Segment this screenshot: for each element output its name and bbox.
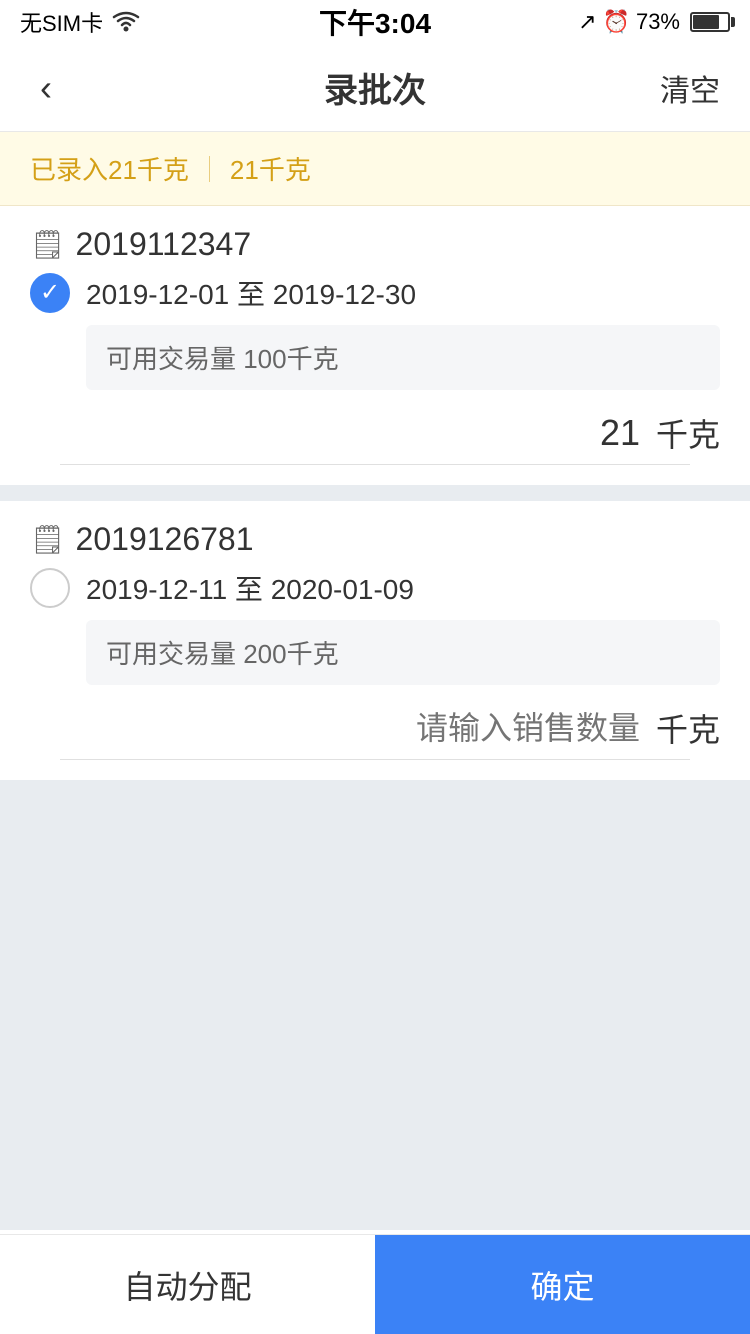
clear-button[interactable]: 清空 <box>660 66 720 110</box>
batch-id-1: 2019112347 <box>76 226 252 263</box>
batch-doc-icon-1: 🗒 <box>30 228 66 261</box>
summary-value: 21千克 <box>230 150 311 187</box>
batch-available-1: 可用交易量 100千克 <box>86 325 720 390</box>
input-unit-2: 千克 <box>656 705 720 751</box>
batch-item-2: 🗒 2019126781 2019-12-11 至 2020-01-09 可用交… <box>0 501 750 780</box>
check-icon-1: ✓ <box>40 281 60 305</box>
carrier-label: 无SIM卡 <box>20 6 103 38</box>
batch-header-1: 🗒 2019112347 <box>30 226 720 263</box>
batch-date-2: 2019-12-11 至 2020-01-09 <box>86 568 414 608</box>
batch-item-1: 🗒 2019112347 ✓ 2019-12-01 至 2019-12-30 可… <box>0 206 750 485</box>
batch-quantity-row-1: 21 千克 <box>30 394 720 464</box>
quantity-input-2[interactable] <box>360 710 640 747</box>
summary-bar: 已录入21千克 21千克 <box>0 132 750 206</box>
alarm-icon: ⏰ <box>603 9 630 35</box>
batch-id-2: 2019126781 <box>76 521 254 558</box>
quantity-divider-1 <box>60 464 690 465</box>
radio-select-1[interactable]: ✓ <box>30 273 70 313</box>
batch-available-2: 可用交易量 200千克 <box>86 620 720 685</box>
auto-distribute-button[interactable]: 自动分配 <box>0 1235 375 1334</box>
batch-doc-icon-2: 🗒 <box>30 523 66 556</box>
section-divider <box>0 485 750 501</box>
quantity-value-1: 21 <box>600 412 640 454</box>
batch-date-1: 2019-12-01 至 2019-12-30 <box>86 273 416 313</box>
status-right: ↗ ⏰ 73% <box>578 9 730 35</box>
status-bar: 无SIM卡 下午3:04 ↗ ⏰ 73% <box>0 0 750 44</box>
confirm-button[interactable]: 确定 <box>375 1235 750 1334</box>
batch-date-row-1[interactable]: ✓ 2019-12-01 至 2019-12-30 <box>30 273 720 313</box>
summary-label: 已录入21千克 <box>30 150 189 187</box>
content-area: 🗒 2019112347 ✓ 2019-12-01 至 2019-12-30 可… <box>0 206 750 1330</box>
batch-date-row-2[interactable]: 2019-12-11 至 2020-01-09 <box>30 568 720 608</box>
status-time: 下午3:04 <box>319 2 431 42</box>
status-left: 无SIM卡 <box>20 6 141 38</box>
quantity-unit-1: 千克 <box>656 410 720 456</box>
radio-select-2[interactable] <box>30 568 70 608</box>
summary-divider <box>209 156 210 182</box>
input-row-2: 千克 <box>30 689 720 759</box>
input-divider-2 <box>60 759 690 760</box>
page-title: 录批次 <box>324 63 426 112</box>
wifi-icon <box>111 11 141 33</box>
battery-icon <box>690 12 730 32</box>
batch-header-2: 🗒 2019126781 <box>30 521 720 558</box>
location-icon: ↗ <box>578 9 596 35</box>
empty-area <box>0 780 750 1230</box>
bottom-bar: 自动分配 确定 <box>0 1234 750 1334</box>
battery-percent: 73% <box>636 9 680 35</box>
nav-bar: ‹ 录批次 清空 <box>0 44 750 132</box>
back-button[interactable]: ‹ <box>30 57 62 119</box>
